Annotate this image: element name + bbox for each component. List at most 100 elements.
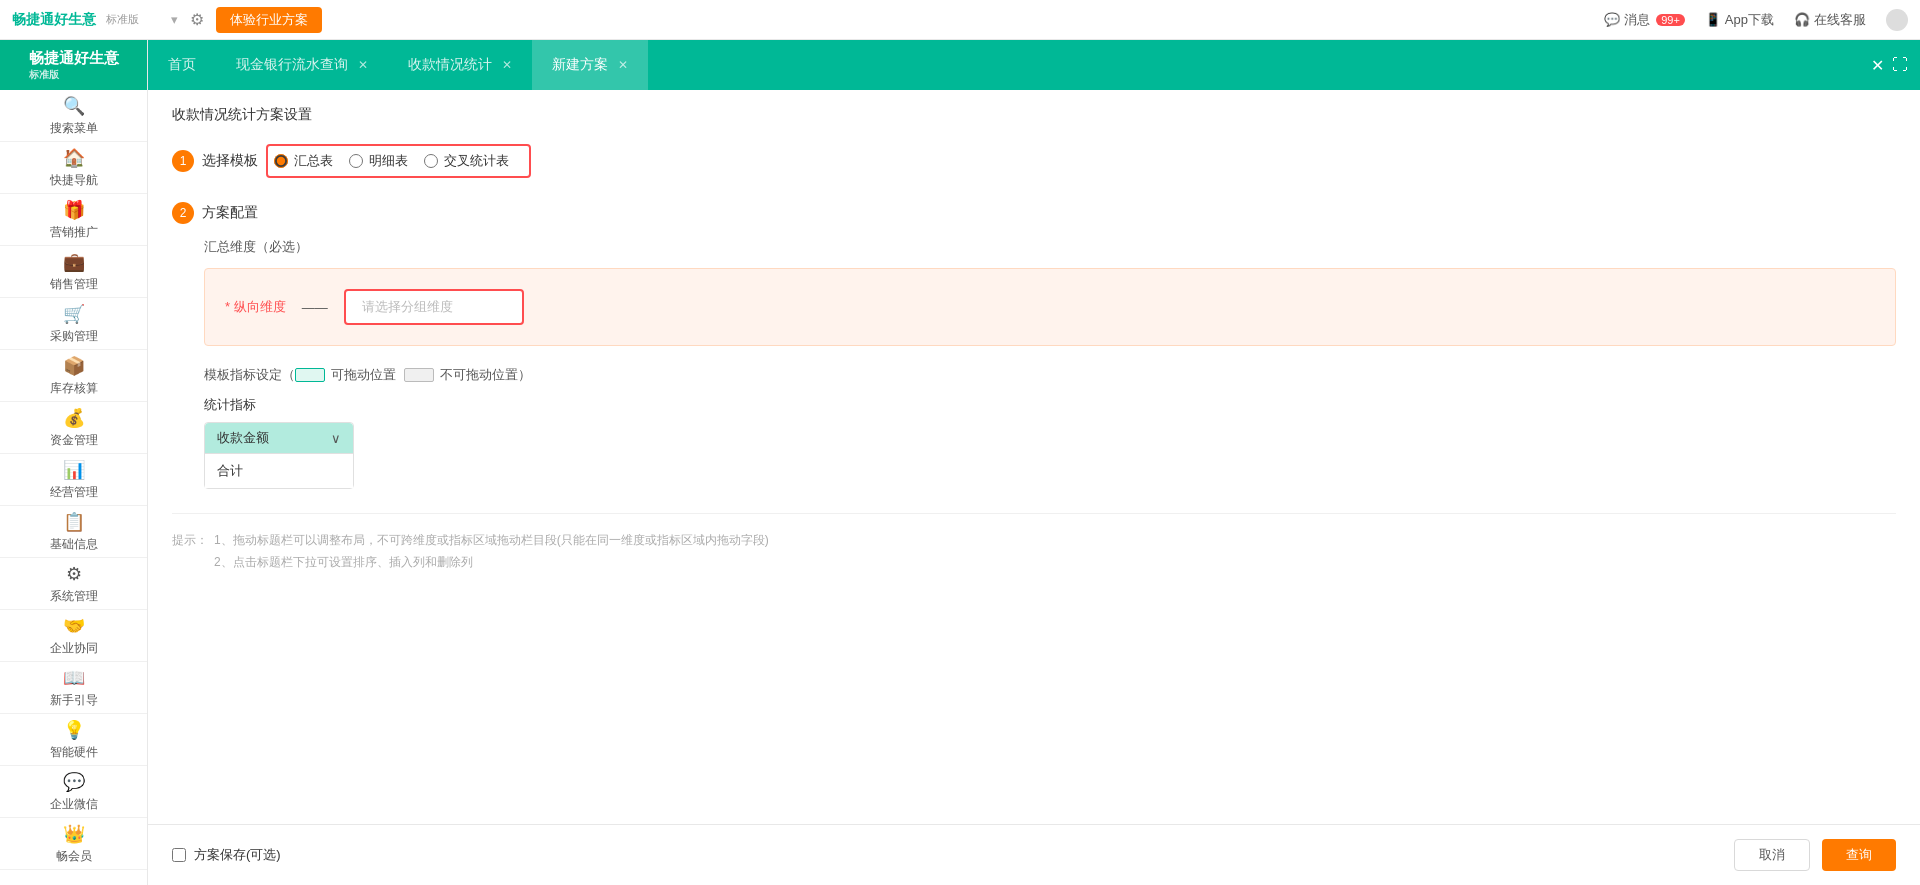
sidebar-item-quicknav[interactable]: 🏠 快捷导航 xyxy=(0,142,147,194)
purchase-icon: 🛒 xyxy=(63,303,85,325)
app-logo: 畅捷通好生意 xyxy=(12,11,96,29)
tab-home[interactable]: 首页 xyxy=(148,40,216,90)
tab-home-label: 首页 xyxy=(168,56,196,74)
sidebar-item-inventory-label: 库存核算 xyxy=(50,380,98,397)
sidebar-item-collab[interactable]: 🤝 企业协同 xyxy=(0,610,147,662)
save-checkbox[interactable]: 方案保存(可选) xyxy=(172,846,281,864)
tip-1: 1、拖动标题栏可以调整布局，不可跨维度或指标区域拖动栏目段(只能在同一维度或指标… xyxy=(214,530,769,552)
dimension-area: * 纵向维度 —— 请选择分组维度 xyxy=(204,268,1896,346)
template-select-box: 汇总表 明细表 交叉统计表 xyxy=(266,144,531,178)
radio-cross[interactable]: 交叉统计表 xyxy=(424,152,509,170)
save-checkbox-input[interactable] xyxy=(172,848,186,862)
vertical-dimension-label: * 纵向维度 xyxy=(225,298,286,316)
top-bar-right: 💬 消息 99+ 📱 App下载 🎧 在线客服 xyxy=(1604,9,1908,31)
tab-maximize-icon[interactable]: ⛶ xyxy=(1892,56,1908,74)
sales-icon: 💼 xyxy=(63,251,85,273)
radio-cross-input[interactable] xyxy=(424,154,438,168)
divider xyxy=(172,513,1896,514)
tab-newplan-close[interactable]: ✕ xyxy=(618,58,628,72)
sidebar-item-sales[interactable]: 💼 销售管理 xyxy=(0,246,147,298)
message-btn[interactable]: 💬 消息 99+ xyxy=(1604,11,1685,29)
sidebar-item-search-label: 搜索菜单 xyxy=(50,120,98,137)
tab-cashflow-close[interactable]: ✕ xyxy=(358,58,368,72)
user-avatar[interactable] xyxy=(1886,9,1908,31)
wechat-icon: 💬 xyxy=(63,771,85,793)
sidebar-item-hardware-label: 智能硬件 xyxy=(50,744,98,761)
sidebar-item-hardware[interactable]: 💡 智能硬件 xyxy=(0,714,147,766)
collab-icon: 🤝 xyxy=(63,615,85,637)
metrics-table: 收款金额 ∨ 合计 xyxy=(204,422,354,489)
app-subtitle: 标准版 xyxy=(106,12,139,27)
sidebar-item-inventory[interactable]: 📦 库存核算 xyxy=(0,350,147,402)
tips-prefix: 提示： xyxy=(172,530,208,552)
content-area: 首页 现金银行流水查询 ✕ 收款情况统计 ✕ 新建方案 ✕ ✕ ⛶ 收款情况统计… xyxy=(148,40,1920,885)
fixed-box xyxy=(404,368,434,382)
sidebar-item-marketing[interactable]: 🎁 营销推广 xyxy=(0,194,147,246)
radio-summary[interactable]: 汇总表 xyxy=(274,152,333,170)
radio-detail-input[interactable] xyxy=(349,154,363,168)
sidebar-item-finance[interactable]: 💰 资金管理 xyxy=(0,402,147,454)
tab-receipt-close[interactable]: ✕ xyxy=(502,58,512,72)
page-content: 收款情况统计方案设置 1 选择模板 汇总表 xyxy=(148,90,1920,824)
download-label: App下载 xyxy=(1725,11,1774,29)
query-button[interactable]: 查询 xyxy=(1822,839,1896,871)
sidebar-item-member[interactable]: 👑 畅会员 xyxy=(0,818,147,870)
metrics-table-row: 合计 xyxy=(205,453,353,488)
tab-close-icon[interactable]: ✕ xyxy=(1871,56,1884,75)
tab-cashflow[interactable]: 现金银行流水查询 ✕ xyxy=(216,40,388,90)
sidebar: 畅捷通好生意 标准版 🔍 搜索菜单 🏠 快捷导航 🎁 营销推广 💼 销售管理 🛒… xyxy=(0,40,148,885)
sidebar-item-system[interactable]: ⚙ 系统管理 xyxy=(0,558,147,610)
sidebar-logo: 畅捷通好生意 标准版 xyxy=(0,40,147,90)
step1-badge: 1 xyxy=(172,150,194,172)
dimension-section-title: 汇总维度（必选） xyxy=(204,238,1896,256)
tab-receipt-label: 收款情况统计 xyxy=(408,56,492,74)
sidebar-item-marketing-label: 营销推广 xyxy=(50,224,98,241)
step1-section: 1 选择模板 汇总表 明细表 xyxy=(172,144,1896,178)
movable-box xyxy=(295,368,325,382)
metrics-table-header: 收款金额 ∨ xyxy=(205,423,353,453)
member-icon: 👑 xyxy=(63,823,85,845)
dimension-row: * 纵向维度 —— 请选择分组维度 xyxy=(225,289,1875,325)
operation-icon: 📊 xyxy=(63,459,85,481)
system-icon: ⚙ xyxy=(66,563,82,585)
sidebar-item-purchase[interactable]: 🛒 采购管理 xyxy=(0,298,147,350)
sidebar-item-basic[interactable]: 📋 基础信息 xyxy=(0,506,147,558)
guide-icon: 📖 xyxy=(63,667,85,689)
tab-newplan-label: 新建方案 xyxy=(552,56,608,74)
message-icon: 💬 xyxy=(1604,12,1620,27)
dimension-select-btn[interactable]: 请选择分组维度 xyxy=(344,289,524,325)
sidebar-item-search[interactable]: 🔍 搜索菜单 xyxy=(0,90,147,142)
sidebar-item-wechat-label: 企业微信 xyxy=(50,796,98,813)
gift-icon: 🎁 xyxy=(63,199,85,221)
gear-icon[interactable]: ⚙ xyxy=(190,10,204,29)
radio-summary-label: 汇总表 xyxy=(294,152,333,170)
tab-cashflow-label: 现金银行流水查询 xyxy=(236,56,348,74)
dropdown-arrow-icon[interactable]: ▾ xyxy=(171,12,178,27)
metrics-dropdown-icon[interactable]: ∨ xyxy=(331,431,341,446)
sidebar-item-wechat[interactable]: 💬 企业微信 xyxy=(0,766,147,818)
sidebar-item-guide[interactable]: 📖 新手引导 xyxy=(0,662,147,714)
tab-receipt[interactable]: 收款情况统计 ✕ xyxy=(388,40,532,90)
movable-label: 可拖动位置 xyxy=(331,366,396,384)
save-label: 方案保存(可选) xyxy=(194,846,281,864)
step2-badge: 2 xyxy=(172,202,194,224)
industry-btn[interactable]: 体验行业方案 xyxy=(216,7,322,33)
tab-newplan[interactable]: 新建方案 ✕ xyxy=(532,40,648,90)
search-icon: 🔍 xyxy=(63,95,85,117)
service-btn[interactable]: 🎧 在线客服 xyxy=(1794,11,1866,29)
hardware-icon: 💡 xyxy=(63,719,85,741)
sidebar-item-operation[interactable]: 📊 经营管理 xyxy=(0,454,147,506)
tab-bar: 首页 现金银行流水查询 ✕ 收款情况统计 ✕ 新建方案 ✕ ✕ ⛶ xyxy=(148,40,1920,90)
step2-section: 2 方案配置 汇总维度（必选） * 纵向维度 —— 请选择分组维度 xyxy=(172,202,1896,489)
sidebar-item-operation-label: 经营管理 xyxy=(50,484,98,501)
radio-summary-input[interactable] xyxy=(274,154,288,168)
cancel-button[interactable]: 取消 xyxy=(1734,839,1810,871)
sidebar-item-purchase-label: 采购管理 xyxy=(50,328,98,345)
sidebar-item-system-label: 系统管理 xyxy=(50,588,98,605)
service-label: 在线客服 xyxy=(1814,11,1866,29)
radio-detail[interactable]: 明细表 xyxy=(349,152,408,170)
sidebar-item-quicknav-label: 快捷导航 xyxy=(50,172,98,189)
home-icon: 🏠 xyxy=(63,147,85,169)
download-icon: 📱 xyxy=(1705,12,1721,27)
download-btn[interactable]: 📱 App下载 xyxy=(1705,11,1774,29)
